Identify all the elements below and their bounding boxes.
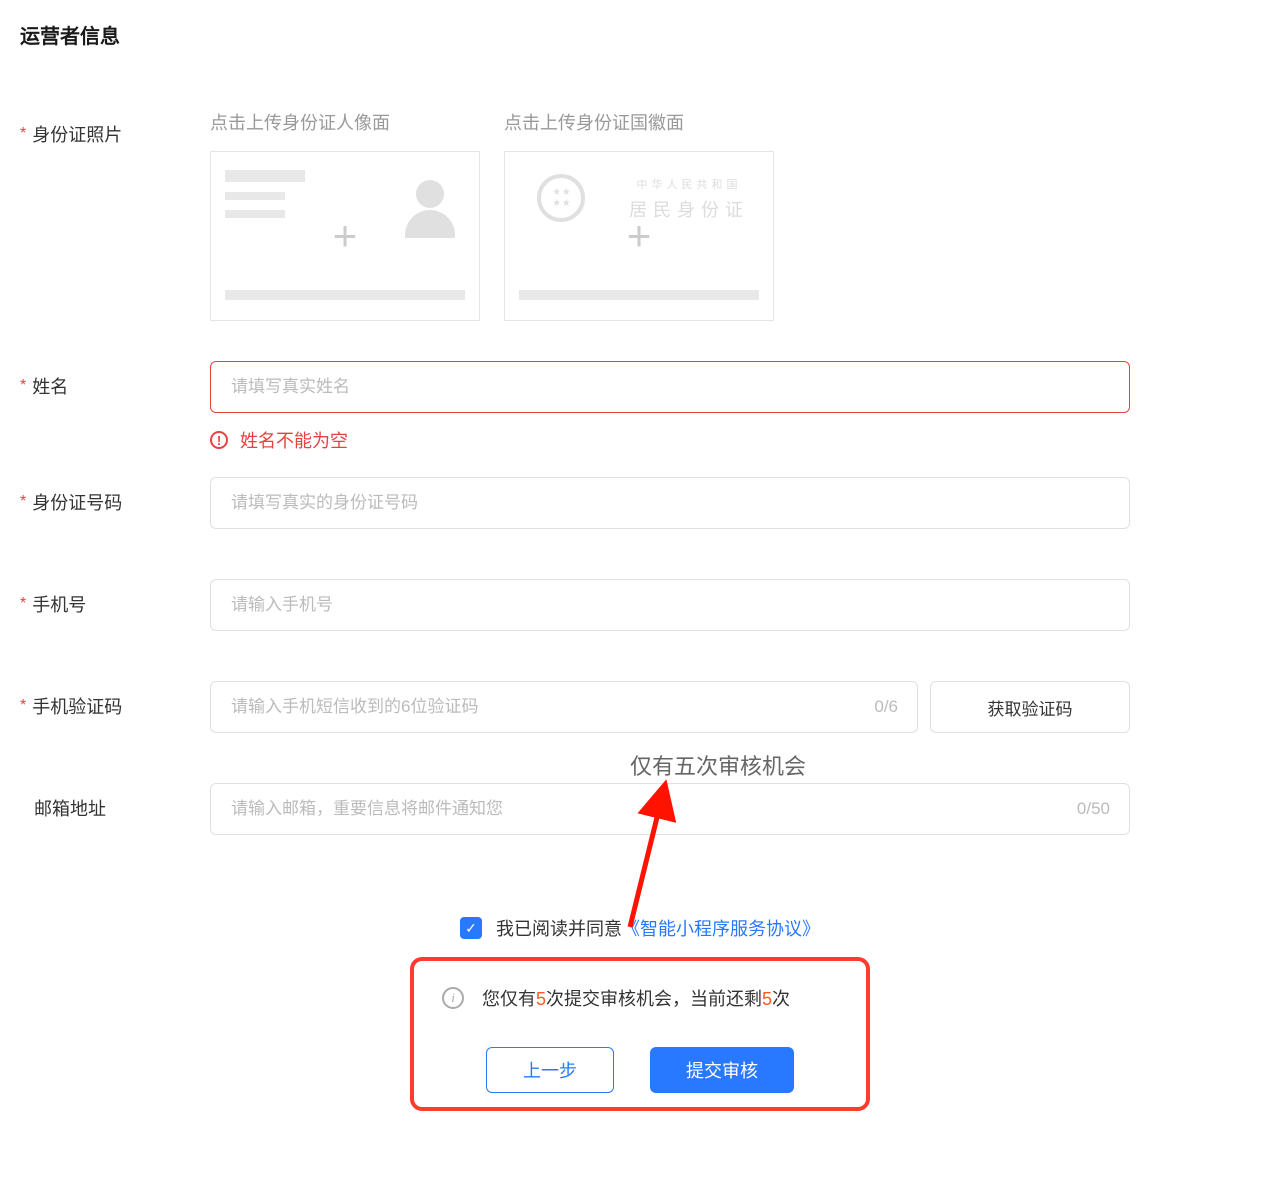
check-icon: ✓ (465, 920, 477, 937)
submit-review-button[interactable]: 提交审核 (650, 1047, 794, 1093)
upload-back-caption: 点击上传身份证国徽面 (504, 109, 774, 135)
field-code: * 手机验证码 0/6 获取验证码 (20, 681, 1260, 733)
get-code-button[interactable]: 获取验证码 (930, 681, 1130, 733)
portrait-icon (403, 180, 457, 240)
plus-icon: + (333, 215, 358, 257)
label-phone: * 手机号 (20, 579, 210, 617)
required-star-icon: * (20, 377, 26, 395)
label-id-photo-text: 身份证照片 (32, 121, 122, 147)
agreement-link[interactable]: 《智能小程序服务协议》 (622, 915, 820, 941)
field-name: * 姓名 ! 姓名不能为空 (20, 361, 1260, 453)
upload-id-front[interactable]: + (210, 151, 480, 321)
info-icon: i (442, 987, 464, 1009)
name-error-message: ! 姓名不能为空 (210, 427, 1130, 453)
field-id-number: * 身份证号码 (20, 477, 1260, 529)
previous-button[interactable]: 上一步 (486, 1047, 614, 1093)
label-phone-text: 手机号 (32, 591, 86, 617)
review-remaining-count: 5 (762, 989, 772, 1009)
emblem-icon: ★ ★★ ★ (537, 174, 585, 222)
code-input[interactable] (210, 681, 918, 733)
label-email-text: 邮箱地址 (34, 795, 106, 821)
label-id-number: * 身份证号码 (20, 477, 210, 515)
code-counter: 0/6 (874, 697, 898, 717)
agreement-row: ✓ 我已阅读并同意 《智能小程序服务协议》 (460, 915, 820, 941)
email-input[interactable] (210, 783, 1130, 835)
label-id-photo: * 身份证照片 (20, 109, 210, 147)
label-id-number-text: 身份证号码 (32, 489, 122, 515)
review-total-count: 5 (536, 989, 546, 1009)
field-id-photo: * 身份证照片 点击上传身份证人像面 + (20, 109, 1260, 321)
required-star-icon: * (20, 595, 26, 613)
email-counter: 0/50 (1077, 799, 1110, 819)
required-star-icon: * (20, 697, 26, 715)
phone-input[interactable] (210, 579, 1130, 631)
label-code-text: 手机验证码 (32, 693, 122, 719)
error-icon: ! (210, 431, 228, 449)
name-input[interactable] (210, 361, 1130, 413)
id-number-input[interactable] (210, 477, 1130, 529)
review-highlight-box: i 您仅有5次提交审核机会，当前还剩5次 上一步 提交审核 (410, 957, 870, 1111)
agreement-checkbox[interactable]: ✓ (460, 917, 482, 939)
label-email: 邮箱地址 (20, 783, 210, 821)
annotation-text: 仅有五次审核机会 (630, 749, 806, 781)
section-title: 运营者信息 (20, 20, 1260, 49)
field-phone: * 手机号 (20, 579, 1260, 631)
field-email: 邮箱地址 0/50 仅有五次审核机会 (20, 783, 1260, 835)
label-name-text: 姓名 (32, 373, 68, 399)
name-error-text: 姓名不能为空 (240, 427, 348, 453)
label-code: * 手机验证码 (20, 681, 210, 719)
review-info-row: i 您仅有5次提交审核机会，当前还剩5次 (442, 985, 838, 1011)
label-name: * 姓名 (20, 361, 210, 399)
plus-icon: + (627, 215, 652, 257)
required-star-icon: * (20, 125, 26, 143)
agreement-text: 我已阅读并同意 (496, 915, 622, 941)
upload-front-caption: 点击上传身份证人像面 (210, 109, 480, 135)
required-star-icon: * (20, 493, 26, 511)
upload-id-back[interactable]: ★ ★★ ★ 中华人民共和国 居民身份证 + (504, 151, 774, 321)
